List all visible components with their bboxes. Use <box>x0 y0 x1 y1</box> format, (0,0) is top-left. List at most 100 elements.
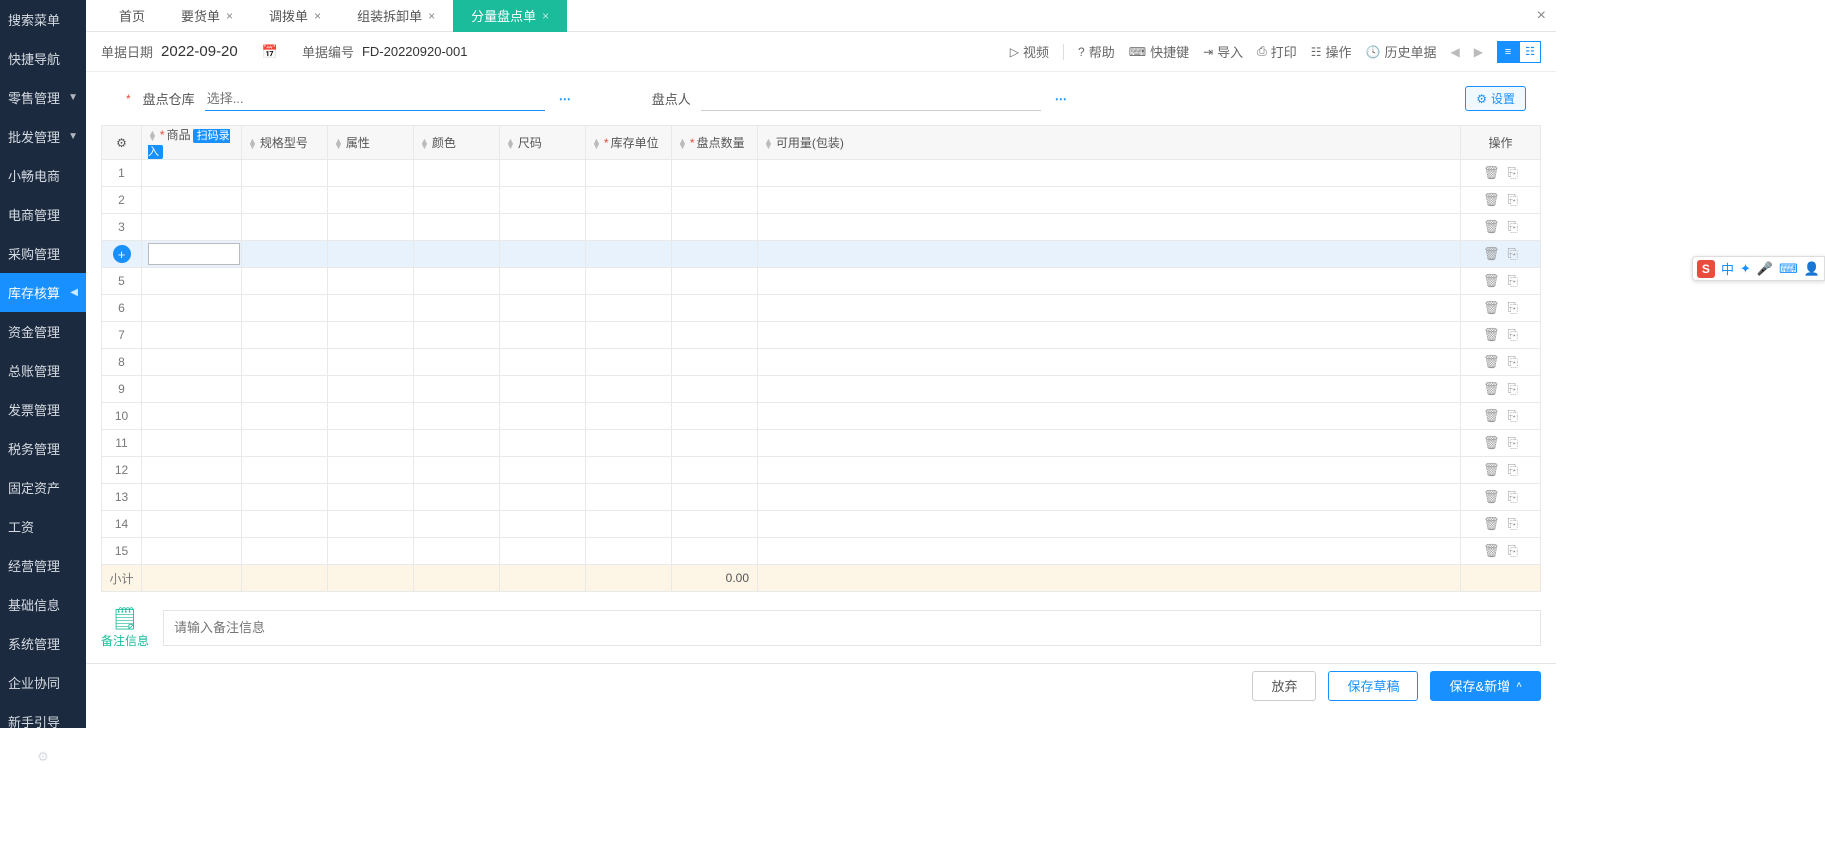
delete-row-icon[interactable]: 🗑 <box>1483 462 1500 477</box>
copy-row-icon[interactable]: ⎘ <box>1508 462 1518 477</box>
delete-row-icon[interactable]: 🗑 <box>1483 219 1500 234</box>
view-list-icon[interactable]: ≡ <box>1497 41 1519 63</box>
discard-button[interactable]: 放弃 <box>1252 671 1316 701</box>
copy-row-icon[interactable]: ⎘ <box>1508 408 1518 423</box>
col-size[interactable]: ▲▼尺码 <box>500 126 586 160</box>
table-row[interactable]: 11🗑⎘ <box>102 430 1541 457</box>
delete-row-icon[interactable]: 🗑 <box>1483 489 1500 504</box>
counter-input[interactable] <box>701 87 1041 111</box>
sidebar-item-15[interactable]: 基础信息 <box>0 585 86 624</box>
delete-row-icon[interactable]: 🗑 <box>1483 273 1500 288</box>
warehouse-input[interactable] <box>205 87 545 111</box>
warehouse-picker-icon[interactable]: ⋯ <box>559 92 572 106</box>
sidebar-settings-button[interactable]: ⚙ <box>0 741 86 773</box>
close-icon[interactable]: × <box>428 9 435 23</box>
delete-row-icon[interactable]: 🗑 <box>1483 165 1500 180</box>
operate-button[interactable]: ☷操作 <box>1311 42 1352 61</box>
add-row-button[interactable]: + <box>113 245 131 263</box>
copy-row-icon[interactable]: ⎘ <box>1508 273 1518 288</box>
copy-row-icon[interactable]: ⎘ <box>1508 192 1518 207</box>
table-row[interactable]: 3🗑⎘ <box>102 214 1541 241</box>
settings-button[interactable]: ⚙设置 <box>1465 86 1526 111</box>
video-button[interactable]: ▷视频 <box>1010 42 1049 61</box>
close-icon[interactable]: × <box>226 9 233 23</box>
tab-0[interactable]: 首页 <box>101 0 163 32</box>
view-toggle[interactable]: ≡ ☷ <box>1497 41 1541 63</box>
sidebar-item-8[interactable]: 资金管理 <box>0 312 86 351</box>
sidebar-item-9[interactable]: 总账管理 <box>0 351 86 390</box>
copy-row-icon[interactable]: ⎘ <box>1508 489 1518 504</box>
table-row[interactable]: 5🗑⎘ <box>102 268 1541 295</box>
ime-person-icon[interactable]: 👤 <box>1804 261 1820 277</box>
table-row[interactable]: 12🗑⎘ <box>102 457 1541 484</box>
sidebar-item-5[interactable]: 电商管理 <box>0 195 86 234</box>
ime-toolbar[interactable]: S 中 ✦ 🎤 ⌨ 👤 <box>1692 256 1825 281</box>
table-row[interactable]: 1🗑⎘ <box>102 160 1541 187</box>
grid-config-button[interactable]: ⚙ <box>102 126 142 160</box>
calendar-icon[interactable]: 📅 <box>262 44 278 60</box>
shortcut-button[interactable]: ⌨快捷键 <box>1129 42 1189 61</box>
tab-3[interactable]: 组装拆卸单× <box>339 0 453 32</box>
col-avail[interactable]: ▲▼可用量(包装) <box>758 126 1461 160</box>
delete-row-icon[interactable]: 🗑 <box>1483 516 1500 531</box>
copy-row-icon[interactable]: ⎘ <box>1508 327 1518 342</box>
col-qty[interactable]: ▲▼*盘点数量 <box>672 126 758 160</box>
table-row[interactable]: 15🗑⎘ <box>102 538 1541 565</box>
copy-row-icon[interactable]: ⎘ <box>1508 300 1518 315</box>
col-color[interactable]: ▲▼颜色 <box>414 126 500 160</box>
sidebar-item-12[interactable]: 固定资产 <box>0 468 86 507</box>
delete-row-icon[interactable]: 🗑 <box>1483 192 1500 207</box>
table-row[interactable]: 13🗑⎘ <box>102 484 1541 511</box>
copy-row-icon[interactable]: ⎘ <box>1508 246 1518 261</box>
table-row[interactable]: 2🗑⎘ <box>102 187 1541 214</box>
delete-row-icon[interactable]: 🗑 <box>1483 381 1500 396</box>
delete-row-icon[interactable]: 🗑 <box>1483 327 1500 342</box>
ime-lang[interactable]: 中 <box>1721 259 1734 278</box>
copy-row-icon[interactable]: ⎘ <box>1508 219 1518 234</box>
sidebar-item-7[interactable]: 库存核算◀ <box>0 273 86 312</box>
delete-row-icon[interactable]: 🗑 <box>1483 543 1500 558</box>
copy-row-icon[interactable]: ⎘ <box>1508 165 1518 180</box>
ime-mic-icon[interactable]: 🎤 <box>1757 261 1773 277</box>
sidebar-item-11[interactable]: 税务管理 <box>0 429 86 468</box>
remark-input[interactable] <box>163 610 1541 646</box>
table-row[interactable]: + 🗑 ⎘ <box>102 241 1541 268</box>
view-card-icon[interactable]: ☷ <box>1519 41 1541 63</box>
copy-row-icon[interactable]: ⎘ <box>1508 381 1518 396</box>
sidebar-item-3[interactable]: 批发管理▼ <box>0 117 86 156</box>
tab-2[interactable]: 调拨单× <box>251 0 339 32</box>
sidebar-item-14[interactable]: 经营管理 <box>0 546 86 585</box>
import-button[interactable]: ⇥导入 <box>1203 42 1243 61</box>
sidebar-item-10[interactable]: 发票管理 <box>0 390 86 429</box>
sidebar-item-2[interactable]: 零售管理▼ <box>0 78 86 117</box>
delete-row-icon[interactable]: 🗑 <box>1483 354 1500 369</box>
delete-row-icon[interactable]: 🗑 <box>1483 246 1500 261</box>
table-row[interactable]: 9🗑⎘ <box>102 376 1541 403</box>
ime-emoji-icon[interactable]: ✦ <box>1740 261 1751 277</box>
sidebar-item-13[interactable]: 工资 <box>0 507 86 546</box>
save-new-button[interactable]: 保存&新增˄ <box>1430 671 1541 701</box>
copy-row-icon[interactable]: ⎘ <box>1508 435 1518 450</box>
close-icon[interactable]: × <box>314 9 321 23</box>
col-attr[interactable]: ▲▼属性 <box>328 126 414 160</box>
sidebar-item-17[interactable]: 企业协同 <box>0 663 86 702</box>
sidebar-item-18[interactable]: 新手引导 <box>0 702 86 741</box>
delete-row-icon[interactable]: 🗑 <box>1483 435 1500 450</box>
history-button[interactable]: 🕓历史单据 <box>1366 42 1437 61</box>
sidebar-item-4[interactable]: 小畅电商 <box>0 156 86 195</box>
col-spec[interactable]: ▲▼规格型号 <box>242 126 328 160</box>
sidebar-item-1[interactable]: 快捷导航 <box>0 39 86 78</box>
tab-4[interactable]: 分量盘点单× <box>453 0 567 32</box>
table-row[interactable]: 6🗑⎘ <box>102 295 1541 322</box>
close-all-tabs-button[interactable]: × <box>1527 7 1556 25</box>
product-cell-input[interactable] <box>148 243 240 265</box>
copy-row-icon[interactable]: ⎘ <box>1508 516 1518 531</box>
table-row[interactable]: 7🗑⎘ <box>102 322 1541 349</box>
delete-row-icon[interactable]: 🗑 <box>1483 300 1500 315</box>
close-icon[interactable]: × <box>542 9 549 23</box>
print-button[interactable]: ⎙打印 <box>1257 42 1297 61</box>
next-doc-button[interactable]: ▶ <box>1474 45 1483 59</box>
col-unit[interactable]: ▲▼*库存单位 <box>586 126 672 160</box>
delete-row-icon[interactable]: 🗑 <box>1483 408 1500 423</box>
sidebar-item-16[interactable]: 系统管理 <box>0 624 86 663</box>
